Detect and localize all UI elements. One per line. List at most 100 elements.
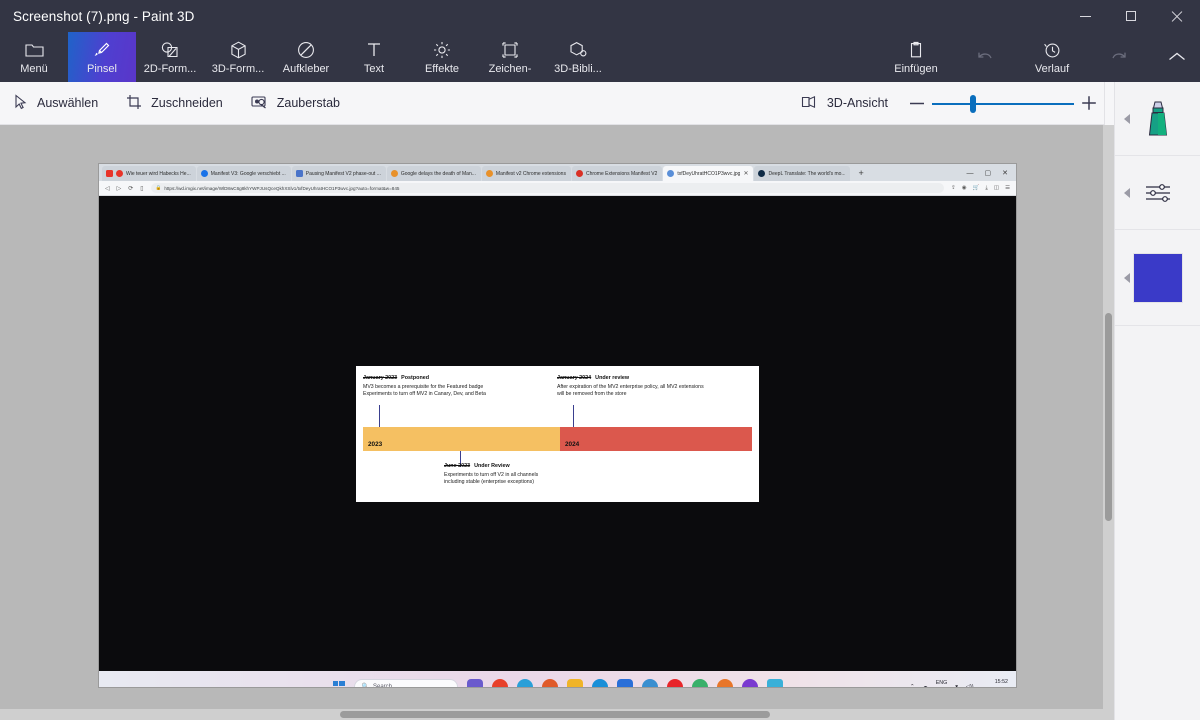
volume-icon[interactable]: ◁)): [966, 684, 974, 688]
timeline-milestone-jan-2024: January 2024 Under review After expiratio…: [557, 375, 753, 400]
browser-tab[interactable]: Chrome Extensions Manifest V2: [571, 166, 663, 181]
image-icon: [667, 170, 675, 177]
taskbar-search-input[interactable]: 🔍 Search: [353, 678, 458, 687]
new-tab-button[interactable]: +: [851, 166, 870, 181]
url-input[interactable]: 🔒 https://wd.imgix.net/image/WlD8wC6g8kh…: [150, 183, 945, 193]
ribbon-item-text[interactable]: Text: [340, 32, 408, 82]
brave-icon[interactable]: [541, 678, 558, 687]
ribbon-item-stickers[interactable]: Aufkleber: [272, 32, 340, 82]
chevron-left-icon[interactable]: [1124, 272, 1130, 283]
maximize-button[interactable]: [1108, 0, 1154, 32]
store-icon[interactable]: [616, 678, 633, 687]
close-tab-icon[interactable]: ✕: [743, 170, 748, 177]
current-color-swatch[interactable]: [1133, 253, 1182, 302]
tool-magic-wand-label: Zauberstab: [276, 96, 340, 110]
edge-icon[interactable]: [591, 678, 608, 687]
chevron-left-icon[interactable]: [1124, 187, 1130, 198]
ribbon-item-3d-library[interactable]: 3D-Bibli...: [544, 32, 612, 82]
edge-beta-icon[interactable]: [641, 678, 658, 687]
minimize-icon[interactable]: —: [967, 166, 974, 181]
ribbon-label: Menü: [20, 62, 48, 75]
cloud-icon[interactable]: ☁: [922, 684, 927, 688]
tool-select[interactable]: Auswählen: [0, 82, 112, 125]
edge-canary-icon[interactable]: [691, 678, 708, 687]
browser-tab[interactable]: Pausing Manifest V2 phase-out ...: [291, 166, 386, 181]
ribbon-item-history[interactable]: Verlauf: [1018, 32, 1086, 82]
browser-tab-active[interactable]: txfDeyUhratHCO1P3wvc.jpg ✕: [663, 166, 754, 181]
ribbon-item-canvas[interactable]: Zeichen-: [476, 32, 544, 82]
ribbon-item-3d-shapes[interactable]: 3D-Form...: [204, 32, 272, 82]
opera-icon[interactable]: [666, 678, 683, 687]
explorer-icon[interactable]: [566, 678, 583, 687]
opera-gx-icon[interactable]: [491, 678, 508, 687]
milestone-status: Under Review: [474, 462, 510, 469]
zoom-slider-thumb[interactable]: [970, 94, 977, 113]
horizontal-scrollbar[interactable]: [0, 709, 1114, 720]
ribbon-item-menu[interactable]: Menü: [0, 32, 68, 82]
cart-icon[interactable]: 🛒: [973, 185, 980, 192]
library-3d-icon: [569, 40, 588, 60]
taskbar-clock[interactable]: 15:52 08/04/2023: [981, 679, 1008, 687]
marker-pen-icon[interactable]: [1147, 101, 1169, 137]
manifest-timeline-graphic: January 2023 Postponed MV3 becomes a prer…: [356, 365, 759, 502]
reload-icon[interactable]: ⟳: [128, 185, 133, 192]
chevron-left-icon[interactable]: [1124, 113, 1130, 124]
browser-tab[interactable]: Manifest v2 Chrome extensions: [481, 166, 571, 181]
tool-crop[interactable]: Zuschneiden: [112, 82, 237, 125]
horizontal-scrollbar-thumb[interactable]: [340, 711, 770, 718]
collapse-ribbon-button[interactable]: [1154, 32, 1200, 82]
clock-time: 15:52: [994, 679, 1008, 685]
vertical-scrollbar[interactable]: [1103, 125, 1114, 720]
zoom-slider[interactable]: [932, 82, 1074, 125]
ribbon-label: Text: [363, 62, 385, 75]
timeline-bar-2023: 2023: [363, 426, 560, 451]
minimize-button[interactable]: [1062, 0, 1108, 32]
menu-icon[interactable]: ☰: [1005, 185, 1010, 192]
ribbon-item-paste[interactable]: Einfügen: [882, 32, 950, 82]
forward-arrow-icon[interactable]: ▷: [117, 185, 122, 192]
browser-tab[interactable]: Manifest V3: Google verschiebt ...: [196, 166, 291, 181]
close-button[interactable]: [1154, 0, 1200, 32]
canvas-frame-icon: [501, 40, 519, 60]
ribbon-item-brush[interactable]: Pinsel: [68, 32, 136, 82]
edge-dev-icon[interactable]: [516, 678, 533, 687]
paint3d-window: Screenshot (7).png - Paint 3D Menü Pinse…: [0, 0, 1200, 720]
milestone-line-2: Experiments to turn off MV2 in Canary, D…: [363, 391, 486, 398]
vertical-scrollbar-thumb[interactable]: [1105, 313, 1112, 521]
wifi-icon[interactable]: ▾: [955, 684, 958, 688]
browser-tab[interactable]: Google delays the death of Man...: [386, 166, 481, 181]
taskview-icon[interactable]: [466, 678, 483, 687]
back-arrow-icon[interactable]: ◁: [105, 185, 110, 192]
bar-year-label: 2024: [565, 440, 580, 448]
minimize-icon: [1079, 15, 1091, 17]
opera-gx-2-icon[interactable]: [741, 678, 758, 687]
windows-start-icon[interactable]: [332, 680, 345, 688]
pasted-screenshot-image[interactable]: Wie teuer wird Habecks He... Manifest V3…: [99, 164, 1016, 687]
tab-title: Google delays the death of Man...: [400, 170, 476, 177]
ribbon-label: 3D-Form...: [211, 62, 265, 75]
reading-mode-icon[interactable]: ▯: [140, 185, 143, 192]
sliders-icon[interactable]: [1144, 182, 1172, 204]
zoom-out-button[interactable]: [902, 82, 932, 125]
firefox-icon[interactable]: [716, 678, 733, 687]
youtube-icon: [106, 170, 113, 177]
split-screen-icon[interactable]: ◫: [994, 185, 999, 192]
tab-title: txfDeyUhratHCO1P3wvc.jpg: [677, 170, 741, 177]
shield-icon[interactable]: ◉: [962, 185, 967, 192]
browser-tab[interactable]: Wie teuer wird Habecks He...: [102, 166, 196, 181]
chevron-up-icon[interactable]: ⌃: [910, 684, 914, 688]
view-3d-button[interactable]: 3D-Ansicht: [787, 82, 902, 125]
ribbon-item-effects[interactable]: Effekte: [408, 32, 476, 82]
close-icon[interactable]: ✕: [1002, 166, 1008, 181]
tool-magic-wand[interactable]: Zauberstab: [237, 82, 354, 125]
zoom-in-button[interactable]: [1074, 82, 1104, 125]
maximize-icon[interactable]: ▢: [985, 166, 992, 181]
share-icon[interactable]: ⇪: [951, 185, 956, 192]
browser-tab[interactable]: DeepL Translate: The world's mo...: [754, 166, 851, 181]
ribbon-item-2d-shapes[interactable]: 2D-Form...: [136, 32, 204, 82]
language-indicator[interactable]: ENG DE: [936, 680, 947, 688]
download-icon[interactable]: ⤓: [985, 185, 987, 192]
canvas-workspace[interactable]: Wie teuer wird Habecks He... Manifest V3…: [0, 125, 1114, 720]
image-viewer-body: January 2023 Postponed MV3 becomes a prer…: [99, 196, 1016, 671]
vscode-icon[interactable]: [766, 678, 783, 687]
